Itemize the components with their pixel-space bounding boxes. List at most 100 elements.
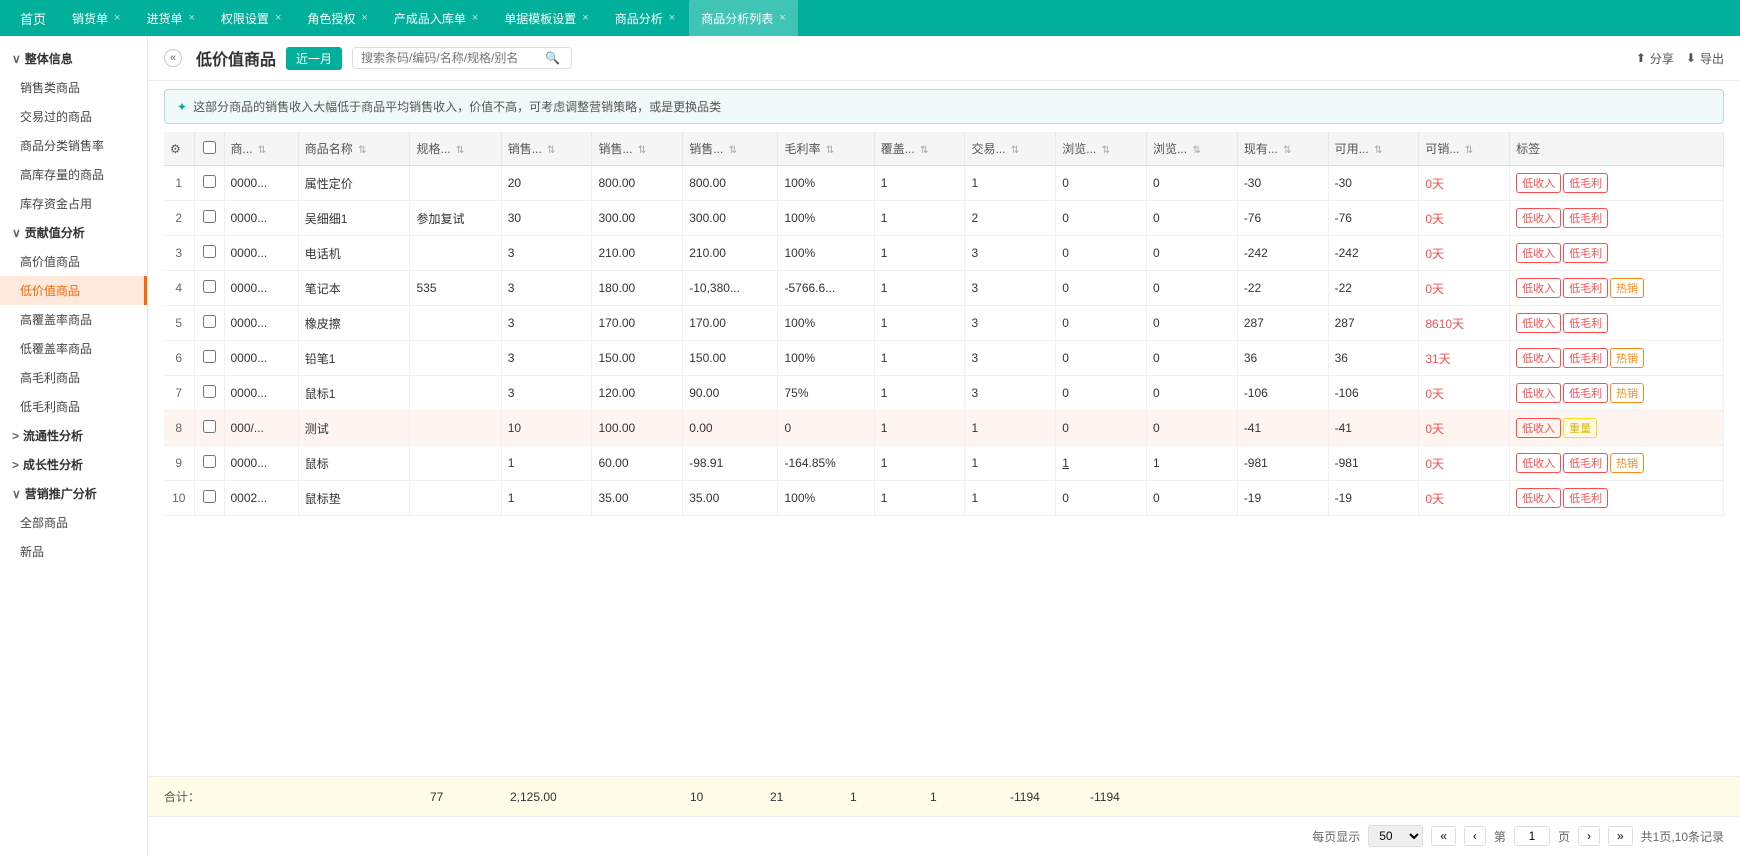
nav-template-settings[interactable]: 单据模板设置 × — [492, 0, 600, 36]
nav-permission-settings[interactable]: 权限设置 × — [209, 0, 293, 36]
sidebar-collapse-btn[interactable]: « — [164, 49, 182, 67]
sidebar-item-low-margin[interactable]: 低毛利商品 — [0, 392, 147, 421]
row-col6: 3 — [965, 236, 1056, 271]
sidebar-item-high-value[interactable]: 高价值商品 — [0, 247, 147, 276]
nav-product-storage[interactable]: 产成品入库单 × — [382, 0, 490, 36]
page-input[interactable] — [1514, 826, 1550, 846]
row-checkbox-cell[interactable] — [194, 271, 224, 306]
share-btn[interactable]: ⬆ 分享 — [1636, 50, 1674, 67]
sidebar-item-inventory-funds[interactable]: 库存资金占用 — [0, 189, 147, 218]
row-col7[interactable]: 1 — [1056, 446, 1147, 481]
row-col7[interactable]: 0 — [1056, 166, 1147, 201]
nav-purchase-order[interactable]: 进货单 × — [134, 0, 206, 36]
sidebar-item-sales-products[interactable]: 销售类商品 — [0, 73, 147, 102]
sidebar-group-marketing[interactable]: ∨ 营销推广分析 — [0, 479, 147, 508]
row-col9: 287 — [1237, 306, 1328, 341]
nav-close-product-list[interactable]: × — [779, 12, 785, 24]
row-day: 0天 — [1419, 236, 1510, 271]
row-col1: 3 — [501, 271, 592, 306]
sidebar-item-high-coverage[interactable]: 高覆盖率商品 — [0, 305, 147, 334]
nav-close-sales-order[interactable]: × — [114, 12, 120, 24]
page-size-select[interactable]: 50 100 200 — [1368, 825, 1423, 847]
row-checkbox-4[interactable] — [203, 280, 216, 293]
row-checkbox-cell[interactable] — [194, 166, 224, 201]
select-all-checkbox[interactable] — [203, 141, 216, 154]
sidebar-item-all-products[interactable]: 全部商品 — [0, 508, 147, 537]
row-checkbox-7[interactable] — [203, 385, 216, 398]
col-settings[interactable]: ⚙ — [164, 132, 194, 166]
row-name: 笔记本 — [298, 271, 410, 306]
row-col7[interactable]: 0 — [1056, 481, 1147, 516]
sidebar-item-high-inventory[interactable]: 高库存量的商品 — [0, 160, 147, 189]
row-col7[interactable]: 0 — [1056, 306, 1147, 341]
row-col7[interactable]: 0 — [1056, 236, 1147, 271]
first-page-btn[interactable]: « — [1431, 826, 1456, 846]
next-page-btn[interactable]: › — [1578, 826, 1600, 846]
search-icon[interactable]: 🔍 — [545, 51, 560, 65]
nav-close-role[interactable]: × — [361, 12, 367, 24]
nav-home[interactable]: 首页 — [8, 0, 58, 36]
row-tags: 低收入低毛利 — [1510, 166, 1724, 201]
nav-close-permission[interactable]: × — [275, 12, 281, 24]
row-checkbox-cell[interactable] — [194, 236, 224, 271]
row-col7[interactable]: 0 — [1056, 201, 1147, 236]
sidebar-item-new-products[interactable]: 新品 — [0, 537, 147, 566]
last-page-btn[interactable]: » — [1608, 826, 1633, 846]
row-checkbox-cell[interactable] — [194, 481, 224, 516]
row-col7[interactable]: 0 — [1056, 341, 1147, 376]
sidebar-item-high-margin[interactable]: 高毛利商品 — [0, 363, 147, 392]
col-sales3: 销售... ⇅ — [683, 132, 778, 166]
export-btn[interactable]: ⬇ 导出 — [1686, 50, 1724, 67]
row-checkbox-cell[interactable] — [194, 201, 224, 236]
col-checkbox[interactable] — [194, 132, 224, 166]
sidebar-group-contribution[interactable]: ∨ 贡献值分析 — [0, 218, 147, 247]
prev-page-btn[interactable]: ‹ — [1464, 826, 1486, 846]
row-spec — [410, 306, 501, 341]
sidebar-item-traded-products[interactable]: 交易过的商品 — [0, 102, 147, 131]
nav-close-template[interactable]: × — [582, 12, 588, 24]
row-checkbox-1[interactable] — [203, 175, 216, 188]
row-checkbox-cell[interactable] — [194, 411, 224, 446]
row-col8: 0 — [1147, 201, 1238, 236]
row-col7[interactable]: 0 — [1056, 271, 1147, 306]
row-col7[interactable]: 0 — [1056, 376, 1147, 411]
pagination-bar: 每页显示 50 100 200 « ‹ 第 页 › » 共1页,10条记录 — [148, 816, 1740, 855]
row-checkbox-6[interactable] — [203, 350, 216, 363]
nav-close-product-analysis[interactable]: × — [669, 12, 675, 24]
filter-recent-month-btn[interactable]: 近一月 — [286, 47, 342, 70]
row-checkbox-3[interactable] — [203, 245, 216, 258]
row-checkbox-2[interactable] — [203, 210, 216, 223]
row-checkbox-cell[interactable] — [194, 376, 224, 411]
data-table: ⚙ 商... ⇅ 商品名称 ⇅ 规格... ⇅ 销售... ⇅ 销售... ⇅ … — [164, 132, 1724, 516]
row-checkbox-9[interactable] — [203, 455, 216, 468]
nav-product-analysis-list[interactable]: 商品分析列表 × — [689, 0, 797, 36]
sidebar-group-circulation[interactable]: > 流通性分析 — [0, 421, 147, 450]
row-checkbox-10[interactable] — [203, 490, 216, 503]
sidebar-item-low-coverage[interactable]: 低覆盖率商品 — [0, 334, 147, 363]
nav-close-purchase-order[interactable]: × — [188, 12, 194, 24]
row-checkbox-cell[interactable] — [194, 306, 224, 341]
row-checkbox-cell[interactable] — [194, 446, 224, 481]
sidebar-group-growth[interactable]: > 成长性分析 — [0, 450, 147, 479]
row-col3: 210.00 — [683, 236, 778, 271]
row-num: 8 — [164, 411, 194, 446]
row-checkbox-8[interactable] — [203, 420, 216, 433]
row-checkbox-cell[interactable] — [194, 341, 224, 376]
row-num: 7 — [164, 376, 194, 411]
sidebar-group-overall[interactable]: ∨ 整体信息 — [0, 44, 147, 73]
sidebar-item-low-value[interactable]: 低价值商品 — [0, 276, 147, 305]
row-col3: -98.91 — [683, 446, 778, 481]
row-col10: -19 — [1328, 481, 1419, 516]
nav-close-product-storage[interactable]: × — [472, 12, 478, 24]
nav-role-auth[interactable]: 角色授权 × — [295, 0, 379, 36]
nav-product-analysis[interactable]: 商品分析 × — [603, 0, 687, 36]
row-checkbox-5[interactable] — [203, 315, 216, 328]
col-margin-rate: 毛利率 ⇅ — [778, 132, 874, 166]
row-col4: 100% — [778, 166, 874, 201]
search-input[interactable] — [361, 51, 541, 65]
row-col8: 0 — [1147, 481, 1238, 516]
row-col7[interactable]: 0 — [1056, 411, 1147, 446]
nav-sales-order[interactable]: 销货单 × — [60, 0, 132, 36]
sidebar-item-category-sales-rate[interactable]: 商品分类销售率 — [0, 131, 147, 160]
tag-低毛利: 低毛利 — [1563, 488, 1608, 508]
